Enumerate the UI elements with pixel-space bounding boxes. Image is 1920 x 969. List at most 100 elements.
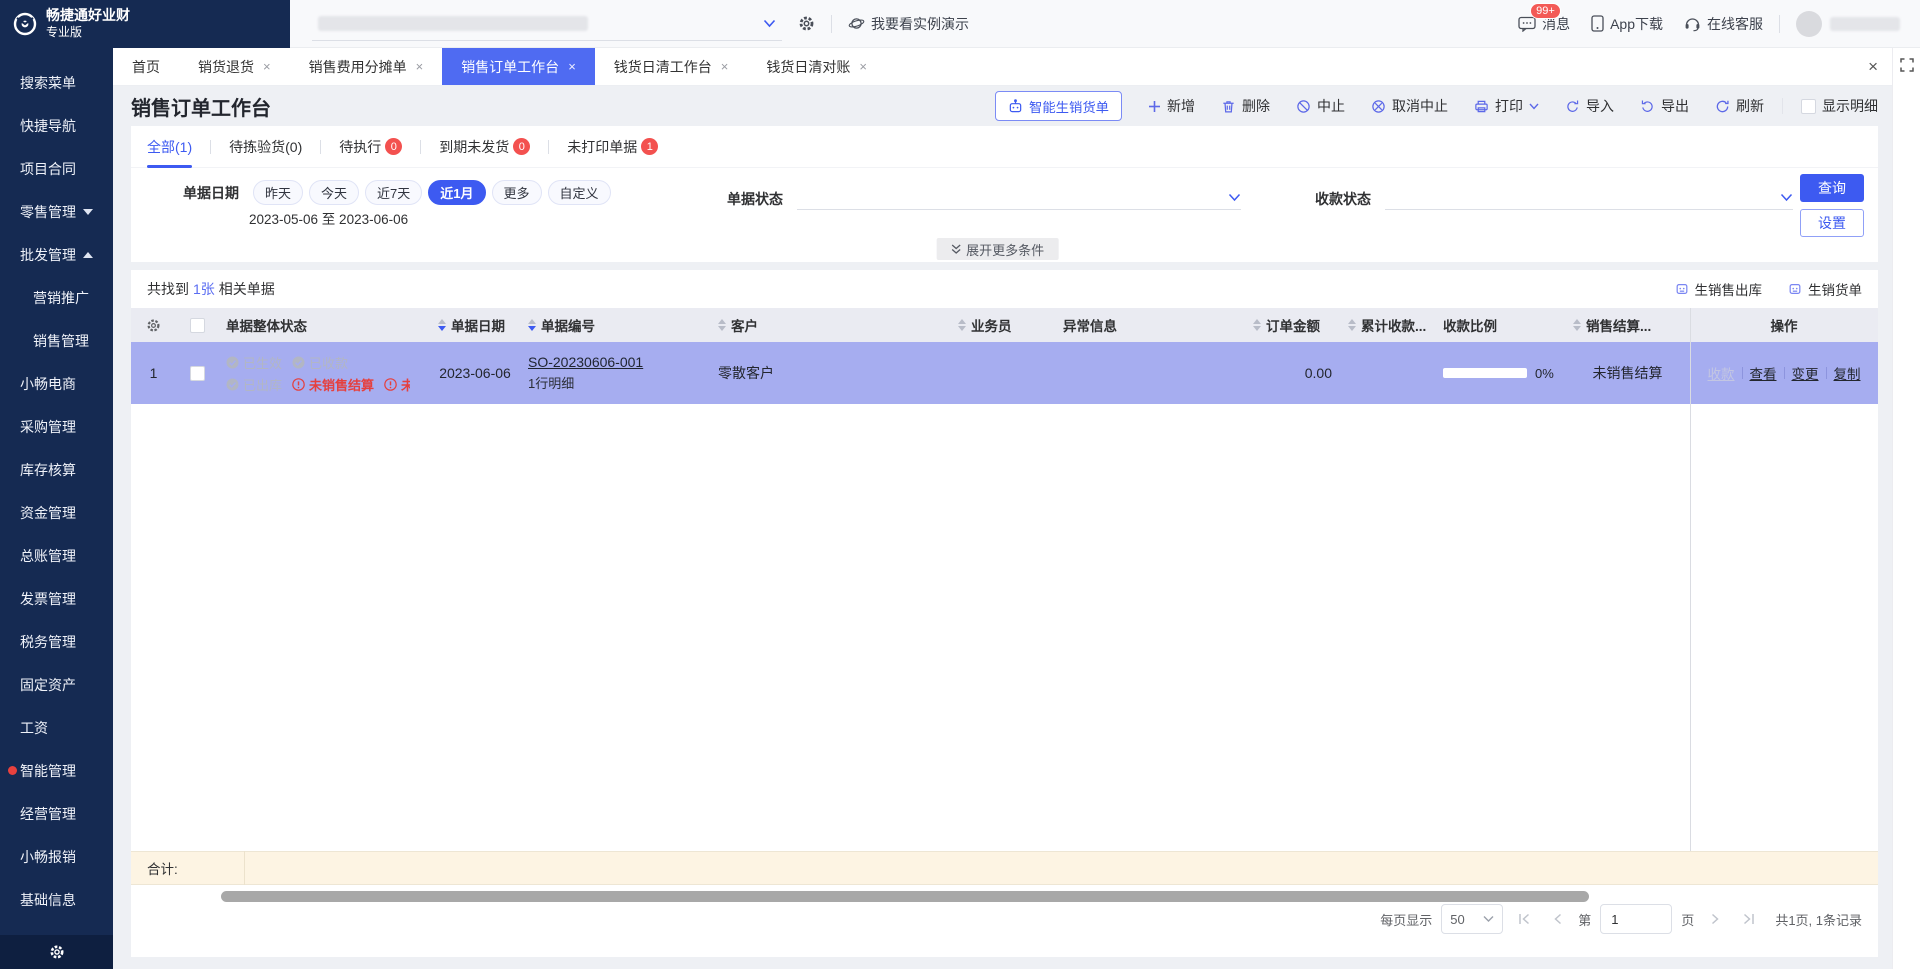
select-all-checkbox[interactable]	[176, 308, 218, 342]
sidebar-item-project-contract[interactable]: 项目合同	[0, 147, 113, 190]
horizontal-scrollbar-thumb[interactable]	[221, 891, 1589, 902]
tab-daily-clear-reconcile[interactable]: 钱货日清对账 ×	[747, 48, 886, 85]
sidebar-item-general-ledger[interactable]: 总账管理	[0, 534, 113, 577]
sidebar-item-business-mgmt[interactable]: 经营管理	[0, 792, 113, 835]
print-button[interactable]: 打印	[1474, 96, 1539, 116]
generate-sales-invoice-button[interactable]: 生销货单	[1788, 279, 1862, 299]
close-icon[interactable]: ×	[721, 59, 729, 74]
doc-number-link[interactable]: SO-20230606-001	[528, 354, 643, 370]
right-collapse-rail[interactable]	[1892, 48, 1920, 969]
sidebar-item-fixed-assets[interactable]: 固定资产	[0, 663, 113, 706]
filter-tab-all[interactable]: 全部(1)	[147, 126, 193, 168]
abort-button[interactable]: 中止	[1296, 96, 1345, 116]
header-order-amount[interactable]: 订单金额	[1245, 308, 1340, 342]
fullscreen-icon[interactable]	[1899, 58, 1914, 969]
sidebar-item-inventory[interactable]: 库存核算	[0, 448, 113, 491]
close-icon[interactable]: ×	[263, 59, 271, 74]
sidebar-item-base-info[interactable]: 基础信息	[0, 878, 113, 921]
sidebar-item-smart-mgmt[interactable]: 智能管理	[0, 749, 113, 792]
header-received-amount[interactable]: 累计收款...	[1340, 308, 1435, 342]
header-abnormal-info[interactable]: 异常信息	[1055, 308, 1245, 342]
change-link[interactable]: 变更	[1792, 363, 1819, 383]
delete-button[interactable]: 删除	[1221, 96, 1270, 116]
date-pill-last7days[interactable]: 近7天	[365, 180, 423, 205]
copy-link[interactable]: 复制	[1834, 363, 1861, 383]
header-sales-settlement[interactable]: 销售结算...	[1565, 308, 1690, 342]
import-button[interactable]: 导入	[1565, 96, 1614, 116]
date-pill-yesterday[interactable]: 昨天	[253, 180, 304, 205]
add-button[interactable]: 新增	[1148, 96, 1195, 116]
close-icon[interactable]: ×	[568, 59, 576, 74]
sort-arrows-icon[interactable]	[1348, 319, 1356, 331]
settings-gear-button[interactable]	[798, 15, 815, 32]
messages-button[interactable]: 消息 99+	[1518, 2, 1570, 34]
sidebar-item-retail[interactable]: 零售管理	[0, 190, 113, 233]
support-button[interactable]: 在线客服	[1684, 14, 1763, 34]
sort-arrows-icon[interactable]	[1253, 319, 1261, 331]
tab-sales-return[interactable]: 销货退货 ×	[179, 48, 290, 85]
sort-arrows-icon[interactable]	[718, 319, 726, 331]
filter-tab-overdue-unshipped[interactable]: 到期未发货 0	[439, 126, 531, 168]
demo-link[interactable]: 我要看实例演示	[848, 14, 969, 34]
show-detail-toggle[interactable]: 显示明细	[1801, 96, 1878, 116]
column-settings-gear[interactable]	[131, 308, 176, 342]
cancel-abort-button[interactable]: 取消中止	[1371, 96, 1448, 116]
sidebar-item-search-menu[interactable]: 搜索菜单	[0, 61, 113, 104]
row-checkbox[interactable]	[189, 365, 205, 381]
close-icon[interactable]: ×	[416, 59, 424, 74]
sidebar-item-quick-nav[interactable]: 快捷导航	[0, 104, 113, 147]
query-button[interactable]: 查询	[1800, 174, 1864, 202]
sidebar-item-marketing[interactable]: 营销推广	[0, 276, 113, 319]
tab-daily-clear-workbench[interactable]: 钱货日清工作台 ×	[595, 48, 748, 85]
settings-button[interactable]: 设置	[1800, 209, 1864, 237]
filter-tab-unprinted[interactable]: 未打印单据 1	[567, 126, 659, 168]
table-row[interactable]: 1 已生效 已收款 已出库 未销售结算 未 2023-06-06 SO-2023…	[131, 342, 1878, 404]
sidebar-item-purchase[interactable]: 采购管理	[0, 405, 113, 448]
page-size-select[interactable]: 50	[1441, 904, 1504, 934]
next-page-button[interactable]	[1703, 905, 1727, 933]
last-page-button[interactable]	[1736, 905, 1760, 933]
header-doc-date[interactable]: 单据日期	[430, 308, 520, 342]
tab-sales-expense[interactable]: 销售费用分摊单 ×	[290, 48, 443, 85]
tab-home[interactable]: 首页	[113, 48, 179, 85]
filter-tab-pending-execute[interactable]: 待执行 0	[339, 126, 403, 168]
header-doc-status[interactable]: 单据整体状态	[218, 308, 430, 342]
sidebar-item-tax[interactable]: 税务管理	[0, 620, 113, 663]
export-button[interactable]: 导出	[1640, 96, 1689, 116]
expand-more-conditions[interactable]: 展开更多条件	[936, 238, 1059, 260]
filter-tab-pending-pick[interactable]: 待拣验货(0)	[229, 126, 302, 168]
view-link[interactable]: 查看	[1750, 363, 1777, 383]
header-receive-ratio[interactable]: 收款比例	[1435, 308, 1565, 342]
header-salesman[interactable]: 业务员	[950, 308, 1055, 342]
date-pill-today[interactable]: 今天	[309, 180, 360, 205]
sort-arrows-icon[interactable]	[958, 319, 966, 331]
close-icon[interactable]: ×	[859, 59, 867, 74]
sidebar-item-payroll[interactable]: 工资	[0, 706, 113, 749]
header-customer[interactable]: 客户	[710, 308, 950, 342]
generate-sales-outbound-button[interactable]: 生销售出库	[1675, 279, 1762, 299]
user-avatar[interactable]	[1796, 10, 1822, 37]
tab-sales-order-workbench[interactable]: 销售订单工作台 ×	[442, 48, 595, 85]
show-detail-checkbox[interactable]	[1801, 98, 1816, 114]
date-pill-last-month[interactable]: 近1月	[428, 180, 486, 205]
sidebar-item-funds[interactable]: 资金管理	[0, 491, 113, 534]
sidebar-item-expense[interactable]: 小畅报销	[0, 835, 113, 878]
sort-arrows-icon[interactable]	[438, 319, 446, 331]
date-pill-more[interactable]: 更多	[491, 180, 542, 205]
sidebar-item-invoice[interactable]: 发票管理	[0, 577, 113, 620]
sidebar-item-wholesale[interactable]: 批发管理	[0, 233, 113, 276]
header-doc-number[interactable]: 单据编号	[520, 308, 710, 342]
prev-page-button[interactable]	[1545, 905, 1569, 933]
horizontal-scrollbar[interactable]	[131, 890, 1878, 902]
sidebar-settings-button[interactable]	[0, 935, 113, 969]
refresh-button[interactable]: 刷新	[1715, 96, 1764, 116]
sidebar-item-sales-mgmt[interactable]: 销售管理	[0, 319, 113, 362]
app-download-button[interactable]: App下载	[1591, 14, 1663, 34]
receive-payment-link[interactable]: 收款	[1708, 363, 1735, 383]
page-number-input[interactable]	[1600, 904, 1673, 934]
doc-status-select[interactable]	[797, 186, 1241, 210]
smart-generate-button[interactable]: 智能生销货单	[995, 91, 1122, 121]
company-selector[interactable]	[312, 7, 782, 41]
sort-arrows-icon[interactable]	[1573, 319, 1581, 331]
close-all-icon[interactable]: ×	[1868, 57, 1878, 77]
